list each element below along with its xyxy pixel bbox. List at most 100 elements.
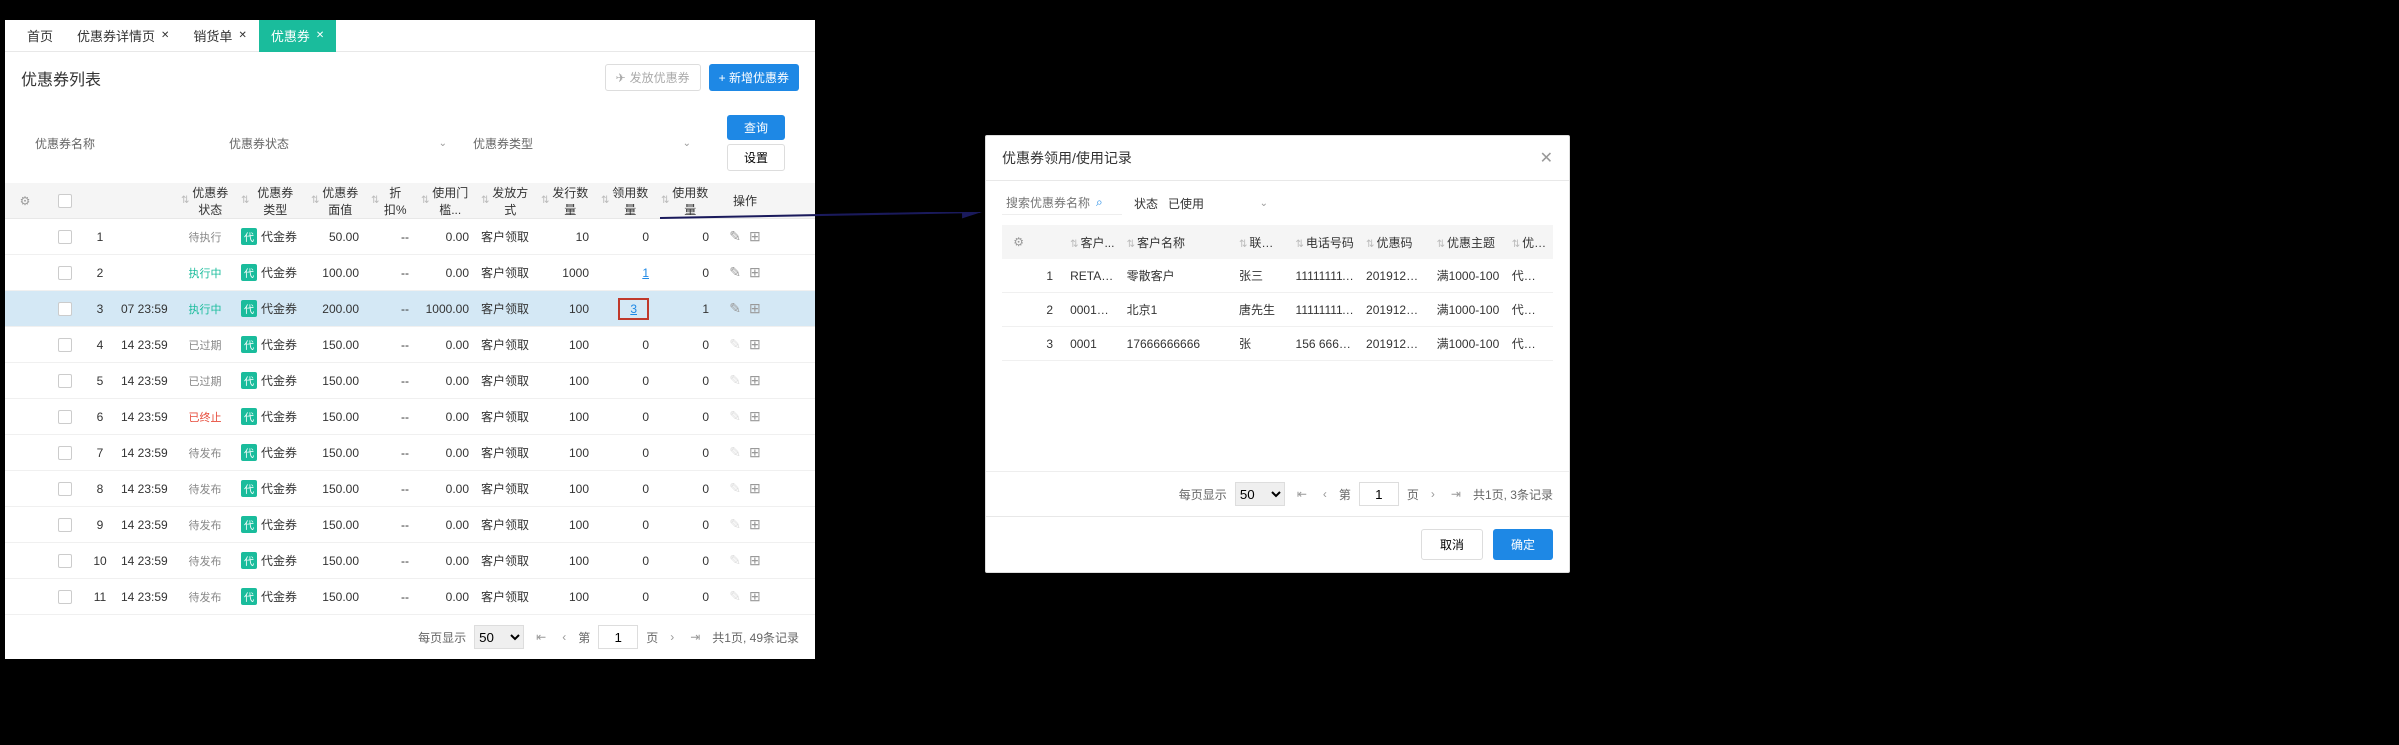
table-row[interactable]: 5 14 23:59 已过期 代代金券 150.00 -- 0.00 客户领取 … bbox=[5, 363, 815, 399]
checkbox[interactable] bbox=[58, 374, 72, 388]
row-check[interactable] bbox=[45, 374, 85, 388]
table-row[interactable]: 8 14 23:59 待发布 代代金券 150.00 -- 0.00 客户领取 … bbox=[5, 471, 815, 507]
qr-icon[interactable]: ⊞ bbox=[749, 480, 761, 497]
checkbox[interactable] bbox=[58, 410, 72, 424]
qr-icon[interactable]: ⊞ bbox=[749, 408, 761, 425]
qr-icon[interactable]: ⊞ bbox=[749, 444, 761, 461]
table-row[interactable]: 3 0001 17666666666 张 156 6666 ... 201912… bbox=[1002, 327, 1553, 361]
last-page-button[interactable]: ⇥ bbox=[1447, 487, 1465, 501]
contact-header[interactable]: ⇅联系人 bbox=[1233, 234, 1290, 251]
table-row[interactable]: 4 14 23:59 已过期 代代金券 150.00 -- 0.00 客户领取 … bbox=[5, 327, 815, 363]
status-header[interactable]: ⇅优惠券状态 bbox=[175, 184, 235, 218]
discount-header[interactable]: ⇅折扣% bbox=[365, 184, 415, 218]
row-check[interactable] bbox=[45, 554, 85, 568]
table-row[interactable]: 1 RETAIL... 零散客户 张三 11111111111 20191207… bbox=[1002, 259, 1553, 293]
status-select[interactable]: 已使用⌄ bbox=[1168, 195, 1268, 212]
subject-header[interactable]: ⇅优惠主题 bbox=[1431, 234, 1506, 251]
type-select[interactable]: ⌄ bbox=[537, 130, 697, 156]
per-page-select[interactable]: 50 bbox=[474, 625, 524, 649]
close-icon[interactable]: ✕ bbox=[238, 30, 246, 41]
close-icon[interactable]: ✕ bbox=[316, 30, 324, 41]
row-check[interactable] bbox=[45, 230, 85, 244]
code-header[interactable]: ⇅客户... bbox=[1064, 234, 1121, 251]
next-page-button[interactable]: › bbox=[666, 630, 678, 644]
edit-icon[interactable]: ✎ bbox=[729, 264, 741, 281]
query-button[interactable]: 查询 bbox=[727, 115, 785, 140]
checkbox[interactable] bbox=[58, 554, 72, 568]
close-icon[interactable]: ✕ bbox=[161, 30, 169, 41]
claimed-header[interactable]: ⇅领用数量 bbox=[595, 184, 655, 218]
phone-header[interactable]: ⇅电话号码 bbox=[1290, 234, 1361, 251]
name-header[interactable]: ⇅客户名称 bbox=[1121, 234, 1233, 251]
checkbox[interactable] bbox=[58, 302, 72, 316]
checkbox[interactable] bbox=[58, 518, 72, 532]
prev-page-button[interactable]: ‹ bbox=[1319, 487, 1331, 501]
add-coupon-button[interactable]: + 新增优惠券 bbox=[709, 64, 799, 91]
table-row[interactable]: 10 14 23:59 待发布 代代金券 150.00 -- 0.00 客户领取… bbox=[5, 543, 815, 579]
row-check[interactable] bbox=[45, 410, 85, 424]
threshold-header[interactable]: ⇅使用门槛... bbox=[415, 184, 475, 218]
checkbox[interactable] bbox=[58, 338, 72, 352]
settings-button[interactable]: 设置 bbox=[727, 144, 785, 171]
qr-icon[interactable]: ⊞ bbox=[749, 552, 761, 569]
row-check[interactable] bbox=[45, 266, 85, 280]
row-check[interactable] bbox=[45, 338, 85, 352]
checkbox[interactable] bbox=[58, 194, 72, 208]
tab-sales-order[interactable]: 销货单✕ bbox=[181, 20, 258, 52]
checkbox[interactable] bbox=[58, 590, 72, 604]
row-check[interactable] bbox=[45, 302, 85, 316]
issued-header[interactable]: ⇅发行数量 bbox=[535, 184, 595, 218]
page-input[interactable] bbox=[598, 625, 638, 649]
first-page-button[interactable]: ⇤ bbox=[1293, 487, 1311, 501]
row-check[interactable] bbox=[45, 518, 85, 532]
table-row[interactable]: 9 14 23:59 待发布 代代金券 150.00 -- 0.00 客户领取 … bbox=[5, 507, 815, 543]
page-input[interactable] bbox=[1359, 482, 1399, 506]
tab-coupon-detail[interactable]: 优惠券详情页✕ bbox=[65, 20, 181, 52]
confirm-button[interactable]: 确定 bbox=[1493, 529, 1553, 560]
table-row[interactable]: 11 14 23:59 待发布 代代金券 150.00 -- 0.00 客户领取… bbox=[5, 579, 815, 615]
table-row[interactable]: 6 14 23:59 已终止 代代金券 150.00 -- 0.00 客户领取 … bbox=[5, 399, 815, 435]
per-page-select[interactable]: 50 bbox=[1235, 482, 1285, 506]
checkbox[interactable] bbox=[58, 266, 72, 280]
type-header[interactable]: ⇅优惠券类型 bbox=[235, 184, 305, 218]
checkbox[interactable] bbox=[58, 482, 72, 496]
row-check[interactable] bbox=[45, 590, 85, 604]
search-input[interactable] bbox=[1006, 196, 1096, 210]
checkbox[interactable] bbox=[58, 446, 72, 460]
tab-coupon[interactable]: 优惠券✕ bbox=[259, 20, 336, 52]
edit-icon[interactable]: ✎ bbox=[729, 300, 741, 317]
value-header[interactable]: ⇅优惠券面值 bbox=[305, 184, 365, 218]
qr-icon[interactable]: ⊞ bbox=[749, 588, 761, 605]
last-page-button[interactable]: ⇥ bbox=[686, 630, 704, 644]
gear-header[interactable]: ⚙ bbox=[1002, 235, 1035, 249]
edit-icon[interactable]: ✎ bbox=[729, 228, 741, 245]
select-all-header[interactable] bbox=[45, 194, 85, 208]
qr-icon[interactable]: ⊞ bbox=[749, 516, 761, 533]
table-row[interactable]: 3 07 23:59 执行中 代代金券 200.00 -- 1000.00 客户… bbox=[5, 291, 815, 327]
used-header[interactable]: ⇅使用数量 bbox=[655, 184, 715, 218]
cancel-button[interactable]: 取消 bbox=[1421, 529, 1483, 560]
prev-page-button[interactable]: ‹ bbox=[558, 630, 570, 644]
qr-icon[interactable]: ⊞ bbox=[749, 228, 761, 245]
status-select[interactable]: ⌄ bbox=[293, 130, 453, 156]
table-row[interactable]: 2 00010001 北京1 唐先生 11111111111 201912070… bbox=[1002, 293, 1553, 327]
search-icon[interactable]: ⌕ bbox=[1096, 195, 1103, 210]
close-icon[interactable]: ✕ bbox=[1540, 148, 1553, 168]
checkbox[interactable] bbox=[58, 230, 72, 244]
row-check[interactable] bbox=[45, 446, 85, 460]
table-row[interactable]: 1 待执行 代代金券 50.00 -- 0.00 客户领取 10 0 0 ✎ ⊞ bbox=[5, 219, 815, 255]
coupon-name-input[interactable] bbox=[99, 130, 209, 156]
gear-column-header[interactable]: ⚙ bbox=[5, 194, 45, 208]
distribute-coupon-button[interactable]: ✈发放优惠券 bbox=[605, 64, 701, 91]
method-header[interactable]: ⇅发放方式 bbox=[475, 184, 535, 218]
first-page-button[interactable]: ⇤ bbox=[532, 630, 550, 644]
tab-home[interactable]: 首页 bbox=[15, 20, 65, 52]
qr-icon[interactable]: ⊞ bbox=[749, 372, 761, 389]
coupontype-header[interactable]: ⇅优惠券类 bbox=[1506, 234, 1553, 251]
qr-icon[interactable]: ⊞ bbox=[749, 300, 761, 317]
table-row[interactable]: 2 执行中 代代金券 100.00 -- 0.00 客户领取 1000 1 0 … bbox=[5, 255, 815, 291]
claimed-link[interactable]: 1 bbox=[642, 266, 649, 280]
next-page-button[interactable]: › bbox=[1427, 487, 1439, 501]
claimed-link[interactable]: 3 bbox=[618, 298, 649, 320]
table-row[interactable]: 7 14 23:59 待发布 代代金券 150.00 -- 0.00 客户领取 … bbox=[5, 435, 815, 471]
